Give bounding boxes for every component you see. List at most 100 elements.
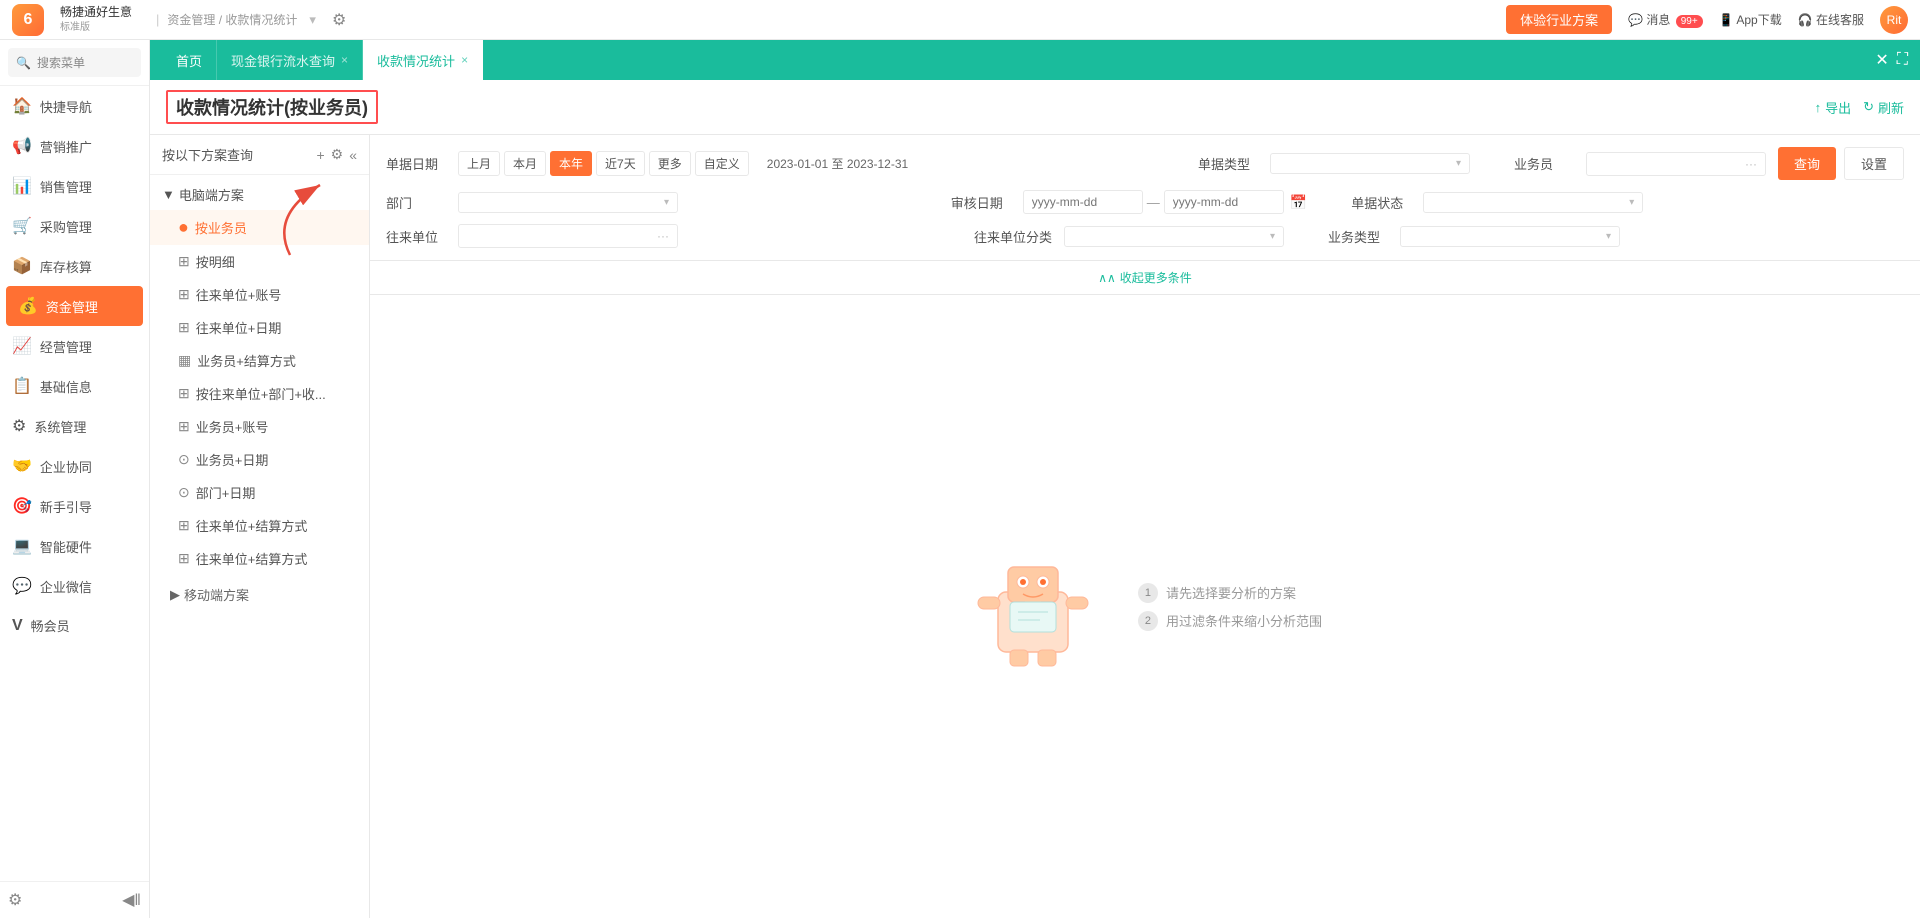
user-avatar[interactable]: Rit — [1880, 6, 1908, 34]
scheme-item-salesperson-account[interactable]: ⊞ 业务员+账号 — [150, 410, 369, 443]
scheme-salesperson-account-icon: ⊞ — [178, 418, 190, 435]
scheme-item-salesperson-settlement[interactable]: ▦ 业务员+结算方式 — [150, 344, 369, 377]
export-icon: ↑ — [1815, 100, 1822, 115]
system-icon: ⚙ — [12, 416, 26, 436]
page-container: 收款情况统计(按业务员) ↑ 导出 ↻ 刷新 按以下 — [150, 80, 1920, 918]
page-header: 收款情况统计(按业务员) ↑ 导出 ↻ 刷新 — [150, 80, 1920, 135]
sidebar-item-member[interactable]: V 畅会员 — [0, 606, 149, 645]
trial-button[interactable]: 体验行业方案 — [1506, 5, 1612, 34]
scheme-salesperson-date-icon: ⊙ — [178, 451, 190, 468]
scheme-item-dept-date[interactable]: ⊙ 部门+日期 — [150, 476, 369, 509]
scheme-settings-button[interactable]: ⚙ — [331, 146, 344, 163]
scheme-item-by-detail[interactable]: ⊞ 按明细 — [150, 245, 369, 278]
left-panel: 按以下方案查询 + ⚙ « — [150, 135, 370, 918]
add-scheme-button[interactable]: + — [316, 146, 324, 163]
review-date-end[interactable] — [1164, 190, 1284, 214]
scheme-partner-date-icon: ⊞ — [178, 319, 190, 336]
partner-label: 往来单位 — [386, 227, 446, 246]
scheme-item-partner-dept-collection[interactable]: ⊞ 按往来单位+部门+收... — [150, 377, 369, 410]
date-btn-custom[interactable]: 自定义 — [695, 151, 749, 176]
search-menu-button[interactable]: 🔍 搜索菜单 — [8, 48, 141, 77]
scheme-item-partner-settlement2[interactable]: ⊞ 往来单位+结算方式 — [150, 542, 369, 575]
sidebar-item-finance[interactable]: 💰 资金管理 — [6, 286, 143, 326]
scheme-item-by-salesperson[interactable]: ● 按业务员 — [150, 210, 369, 245]
dept-label: 部门 — [386, 193, 446, 212]
sidebar-settings-button[interactable]: ⚙ — [8, 890, 22, 910]
date-buttons: 上月 本月 本年 近7天 更多 自定义 — [458, 151, 749, 176]
empty-illustration — [968, 542, 1098, 672]
app-download-btn[interactable]: 📱 App下载 — [1719, 11, 1782, 28]
partner-select[interactable]: ··· — [458, 224, 678, 248]
online-service-btn[interactable]: 🎧 在线客服 — [1798, 11, 1864, 28]
date-btn-7days[interactable]: 近7天 — [596, 151, 645, 176]
date-btn-this-month[interactable]: 本月 — [504, 151, 546, 176]
salesperson-more-icon[interactable]: ··· — [1745, 157, 1757, 171]
scheme-item-partner-account[interactable]: ⊞ 往来单位+账号 — [150, 278, 369, 311]
scheme-item-partner-date[interactable]: ⊞ 往来单位+日期 — [150, 311, 369, 344]
collapse-bar[interactable]: ∧∧ 收起更多条件 — [370, 261, 1920, 295]
breadcrumb-expand[interactable]: ▾ — [309, 12, 316, 28]
calendar-icon[interactable]: 📅 — [1290, 194, 1307, 211]
doc-status-select[interactable]: ▾ — [1423, 192, 1643, 213]
scheme-item-salesperson-date[interactable]: ⊙ 业务员+日期 — [150, 443, 369, 476]
filter-row-1: 单据日期 上月 本月 本年 近7天 更多 自定义 2023-01-01 至 20… — [386, 147, 1904, 180]
sidebar-item-sales[interactable]: 📊 销售管理 — [0, 166, 149, 206]
dept-select[interactable]: ▾ — [458, 192, 678, 213]
sidebar-item-purchase[interactable]: 🛒 采购管理 — [0, 206, 149, 246]
refresh-button[interactable]: ↻ 刷新 — [1863, 98, 1904, 117]
mobile-group-arrow-icon: ▶ — [170, 587, 180, 603]
sidebar-item-guide[interactable]: 🎯 新手引导 — [0, 486, 149, 526]
sidebar-item-operations[interactable]: 📈 经营管理 — [0, 326, 149, 366]
sidebar-item-basic-info[interactable]: 📋 基础信息 — [0, 366, 149, 406]
instruction-num-2: 2 — [1138, 611, 1158, 631]
date-label: 单据日期 — [386, 154, 446, 173]
doc-type-select[interactable]: ▾ — [1270, 153, 1470, 174]
sidebar-item-system[interactable]: ⚙ 系统管理 — [0, 406, 149, 446]
partner-category-select[interactable]: ▾ — [1064, 226, 1284, 247]
mobile-scheme-group[interactable]: ▶ 移动端方案 — [150, 579, 369, 610]
sales-icon: 📊 — [12, 176, 32, 196]
sidebar-item-marketing[interactable]: 📢 营销推广 — [0, 126, 149, 166]
filter-actions: 查询 设置 — [1778, 147, 1904, 180]
sidebar-item-inventory[interactable]: 📦 库存核算 — [0, 246, 149, 286]
tab-home[interactable]: 首页 — [162, 40, 217, 80]
tab-bank-flow[interactable]: 现金银行流水查询 × — [217, 40, 363, 80]
tab-collection-stats-close[interactable]: × — [461, 53, 468, 67]
page-title: 收款情况统计(按业务员) — [166, 90, 378, 124]
sidebar-item-wechat[interactable]: 💬 企业微信 — [0, 566, 149, 606]
sidebar-item-quick-nav[interactable]: 🏠 快捷导航 — [0, 86, 149, 126]
messages-btn[interactable]: 💬 消息 99+ — [1628, 11, 1703, 28]
sidebar-item-enterprise[interactable]: 🤝 企业协同 — [0, 446, 149, 486]
close-tab-button[interactable]: ✕ — [1875, 50, 1888, 70]
right-panel: 单据日期 上月 本月 本年 近7天 更多 自定义 2023-01-01 至 20… — [370, 135, 1920, 918]
review-date-start[interactable] — [1023, 190, 1143, 214]
sidebar-item-smart-hardware[interactable]: 💻 智能硬件 — [0, 526, 149, 566]
header-right: 体验行业方案 💬 消息 99+ 📱 App下载 🎧 在线客服 Rit — [1506, 5, 1908, 34]
date-btn-more[interactable]: 更多 — [649, 151, 691, 176]
scheme-item-partner-settlement1[interactable]: ⊞ 往来单位+结算方式 — [150, 509, 369, 542]
filter-settings-button[interactable]: 设置 — [1844, 147, 1904, 180]
export-button[interactable]: ↑ 导出 — [1815, 98, 1852, 117]
desktop-group-title[interactable]: ▼ 电脑端方案 — [150, 179, 369, 210]
refresh-icon: ↻ — [1863, 99, 1874, 115]
tab-collection-stats[interactable]: 收款情况统计 × — [363, 40, 483, 80]
salesperson-select[interactable]: ··· — [1586, 152, 1766, 176]
sidebar-collapse-button[interactable]: ◀‖ — [122, 890, 141, 910]
empty-instructions: 1 请先选择要分析的方案 2 用过滤条件来缩小分析范围 — [1138, 583, 1322, 631]
filter-row-3: 往来单位 ··· 往来单位分类 ▾ — [386, 224, 1904, 248]
guide-icon: 🎯 — [12, 496, 32, 516]
query-button[interactable]: 查询 — [1778, 147, 1836, 180]
settings-icon[interactable]: ⚙ — [332, 10, 346, 30]
tab-bank-flow-close[interactable]: × — [341, 53, 348, 67]
maximize-button[interactable]: ⛶ — [1897, 50, 1908, 70]
date-btn-this-year[interactable]: 本年 — [550, 151, 592, 176]
logo-text: 畅捷通好生意 标准版 — [60, 5, 132, 34]
collapse-left-panel-button[interactable]: « — [349, 146, 357, 163]
notification-area: 💬 消息 99+ 📱 App下载 🎧 在线客服 Rit — [1628, 6, 1908, 34]
business-type-select[interactable]: ▾ — [1400, 226, 1620, 247]
result-area: 1 请先选择要分析的方案 2 用过滤条件来缩小分析范围 — [370, 295, 1920, 918]
scheme-partner-account-icon: ⊞ — [178, 286, 190, 303]
dept-chevron-icon: ▾ — [664, 197, 669, 208]
partner-more-icon[interactable]: ··· — [657, 229, 669, 243]
date-btn-last-month[interactable]: 上月 — [458, 151, 500, 176]
